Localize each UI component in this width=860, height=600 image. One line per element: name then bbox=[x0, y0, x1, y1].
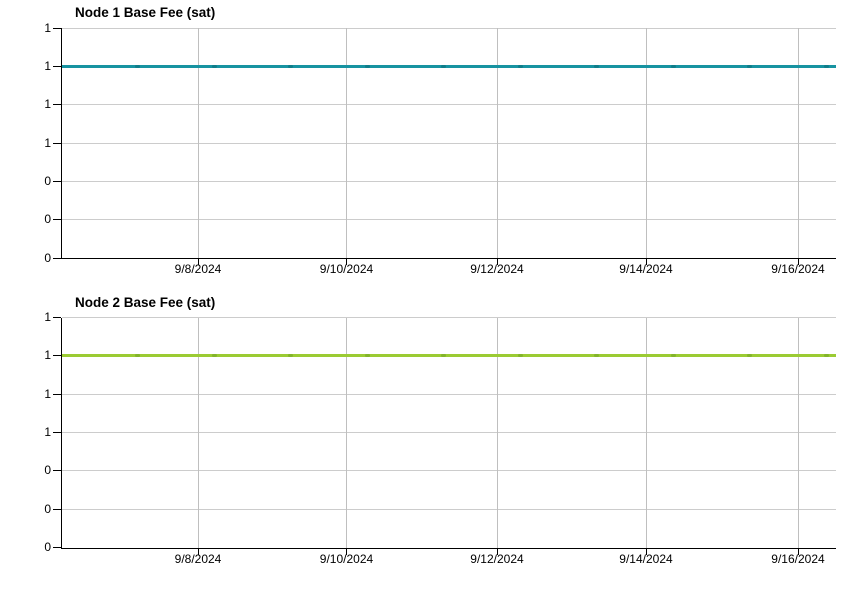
data-point-marker bbox=[441, 65, 446, 68]
horizontal-gridline bbox=[62, 317, 836, 318]
data-point-marker bbox=[594, 65, 599, 68]
vertical-gridline bbox=[346, 28, 347, 258]
plot-area-node1: 11110009/8/20249/10/20249/12/20249/14/20… bbox=[61, 28, 836, 259]
y-axis-tick bbox=[53, 28, 61, 29]
x-axis-label: 9/16/2024 bbox=[753, 262, 843, 276]
y-axis-tick bbox=[53, 509, 61, 510]
chart-node2-base-fee: Node 2 Base Fee (sat) 11110009/8/20249/1… bbox=[0, 290, 860, 580]
vertical-gridline bbox=[198, 318, 199, 548]
horizontal-gridline bbox=[62, 28, 836, 29]
y-axis-tick bbox=[53, 219, 61, 220]
vertical-gridline bbox=[798, 318, 799, 548]
vertical-gridline bbox=[346, 318, 347, 548]
y-axis-tick bbox=[53, 181, 61, 182]
x-axis-label: 9/10/2024 bbox=[302, 262, 392, 276]
data-point-marker bbox=[518, 354, 523, 357]
y-axis-tick bbox=[53, 470, 61, 471]
y-axis-label: 1 bbox=[29, 348, 51, 363]
vertical-gridline bbox=[646, 318, 647, 548]
y-axis-tick bbox=[53, 143, 61, 144]
data-point-marker bbox=[824, 65, 829, 68]
series-line-1 bbox=[62, 65, 836, 68]
plot-area-node2: 11110009/8/20249/10/20249/12/20249/14/20… bbox=[61, 318, 836, 549]
data-point-marker bbox=[518, 65, 523, 68]
y-axis-label: 1 bbox=[29, 310, 51, 325]
vertical-gridline bbox=[497, 28, 498, 258]
x-axis-label: 9/12/2024 bbox=[452, 262, 542, 276]
chart-title-node2: Node 2 Base Fee (sat) bbox=[75, 295, 215, 310]
horizontal-gridline bbox=[62, 143, 836, 144]
data-point-marker bbox=[212, 65, 217, 68]
vertical-gridline bbox=[497, 318, 498, 548]
x-axis-label: 9/14/2024 bbox=[601, 262, 691, 276]
base-fee-charts-page: Node 1 Base Fee (sat) 11110009/8/20249/1… bbox=[0, 0, 860, 600]
data-point-marker bbox=[671, 354, 676, 357]
chart-title-node1: Node 1 Base Fee (sat) bbox=[75, 5, 215, 20]
y-axis-tick bbox=[53, 104, 61, 105]
y-axis-label: 0 bbox=[29, 502, 51, 517]
y-axis-tick bbox=[53, 66, 61, 67]
y-axis-label: 0 bbox=[29, 463, 51, 478]
vertical-gridline bbox=[646, 28, 647, 258]
y-axis-label: 0 bbox=[29, 540, 51, 555]
y-axis-label: 1 bbox=[29, 136, 51, 151]
x-axis-label: 9/8/2024 bbox=[153, 262, 243, 276]
data-point-marker bbox=[288, 65, 293, 68]
y-axis-label: 1 bbox=[29, 97, 51, 112]
horizontal-gridline bbox=[62, 394, 836, 395]
y-axis-tick bbox=[53, 355, 61, 356]
x-axis-label: 9/12/2024 bbox=[452, 552, 542, 566]
y-axis-tick bbox=[53, 317, 61, 318]
horizontal-gridline bbox=[62, 470, 836, 471]
x-axis-label: 9/8/2024 bbox=[153, 552, 243, 566]
data-point-marker bbox=[671, 65, 676, 68]
y-axis-tick bbox=[53, 394, 61, 395]
y-axis-label: 1 bbox=[29, 59, 51, 74]
y-axis-tick bbox=[53, 547, 61, 548]
data-point-marker bbox=[365, 354, 370, 357]
x-axis-label: 9/14/2024 bbox=[601, 552, 691, 566]
y-axis-label: 0 bbox=[29, 212, 51, 227]
horizontal-gridline bbox=[62, 509, 836, 510]
data-point-marker bbox=[824, 354, 829, 357]
horizontal-gridline bbox=[62, 219, 836, 220]
y-axis-tick bbox=[53, 432, 61, 433]
y-axis-label: 1 bbox=[29, 425, 51, 440]
data-point-marker bbox=[135, 65, 140, 68]
y-axis-label: 0 bbox=[29, 174, 51, 189]
y-axis-label: 1 bbox=[29, 21, 51, 36]
y-axis-tick bbox=[53, 258, 61, 259]
horizontal-gridline bbox=[62, 181, 836, 182]
y-axis-label: 0 bbox=[29, 251, 51, 266]
vertical-gridline bbox=[798, 28, 799, 258]
x-axis-label: 9/16/2024 bbox=[753, 552, 843, 566]
data-point-marker bbox=[365, 65, 370, 68]
data-point-marker bbox=[212, 354, 217, 357]
series-line-2 bbox=[62, 354, 836, 357]
chart-node1-base-fee: Node 1 Base Fee (sat) 11110009/8/20249/1… bbox=[0, 0, 860, 290]
y-axis-label: 1 bbox=[29, 387, 51, 402]
horizontal-gridline bbox=[62, 104, 836, 105]
vertical-gridline bbox=[198, 28, 199, 258]
data-point-marker bbox=[747, 65, 752, 68]
horizontal-gridline bbox=[62, 432, 836, 433]
x-axis-label: 9/10/2024 bbox=[302, 552, 392, 566]
